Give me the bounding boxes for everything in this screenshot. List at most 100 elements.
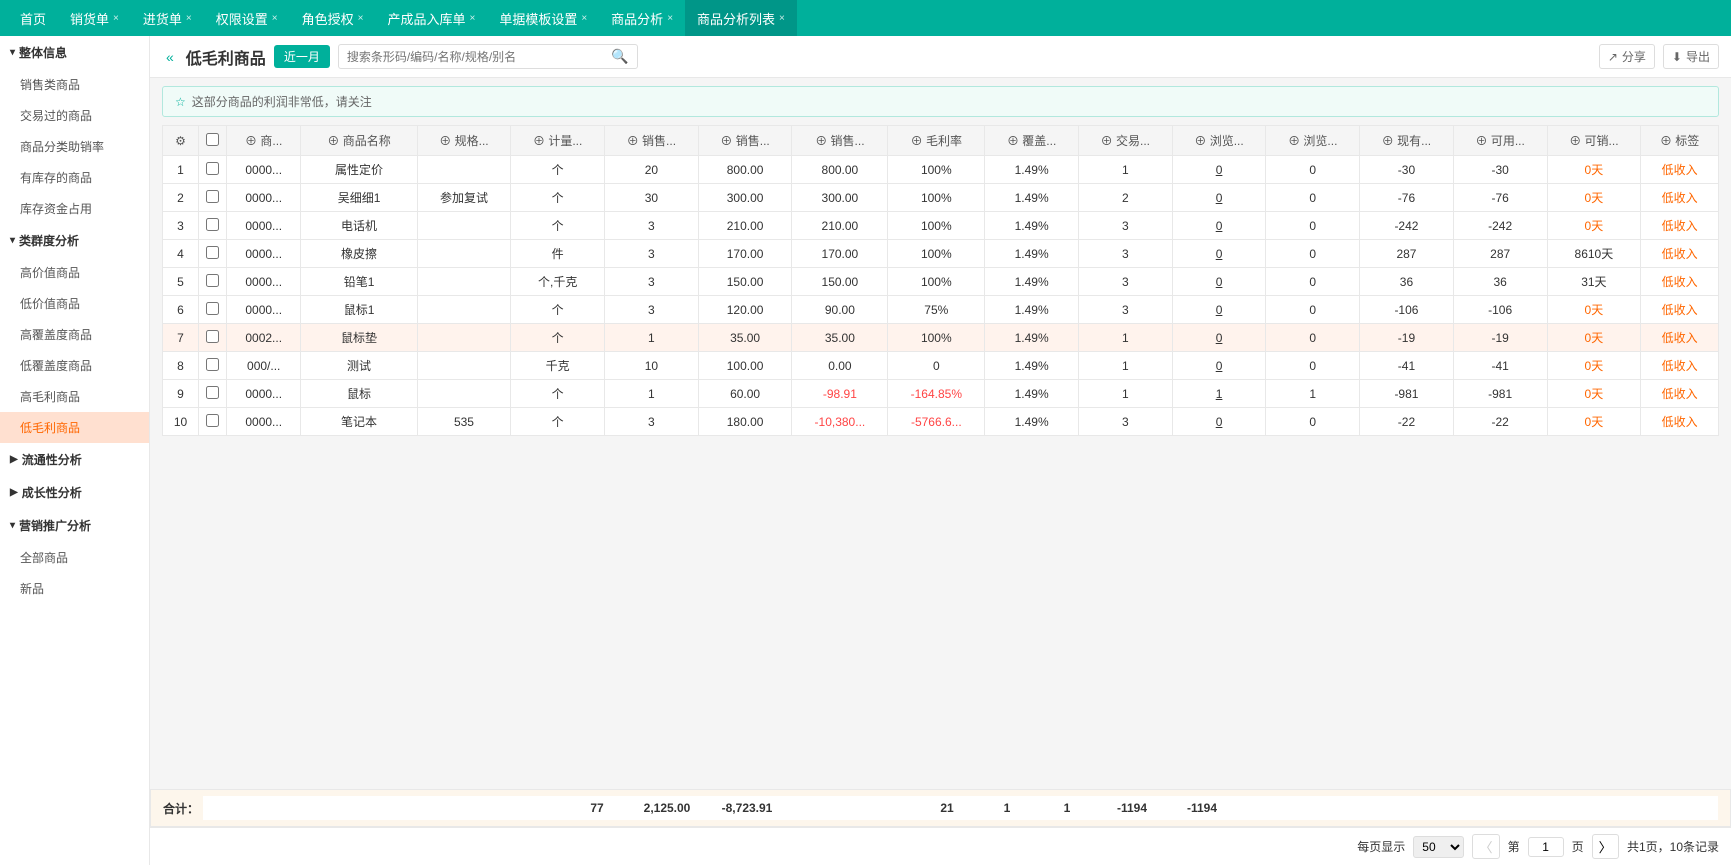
export-button[interactable]: ⬇ 导出 [1663, 44, 1719, 69]
sidebar-item-high-coverage[interactable]: 高覆盖度商品 [0, 319, 149, 350]
th-unit[interactable]: ⊕ 计量... [511, 126, 605, 156]
sidebar-item-sales-goods[interactable]: 销售类商品 [0, 69, 149, 100]
th-check[interactable] [199, 126, 227, 156]
close-icon[interactable]: × [469, 13, 475, 24]
th-settings[interactable]: ⚙ [163, 126, 199, 156]
view1-link[interactable]: 0 [1216, 275, 1223, 289]
row-checkbox[interactable] [206, 274, 219, 287]
th-tag[interactable]: ⊕ 标签 [1641, 126, 1719, 156]
sidebar-item-high-profit[interactable]: 高毛利商品 [0, 381, 149, 412]
search-icon[interactable]: 🔍 [611, 48, 628, 65]
sidebar-group-growth[interactable]: ▶ 成长性分析 [0, 476, 149, 509]
cell-view1[interactable]: 0 [1172, 268, 1266, 296]
nav-item-home[interactable]: 首页 [8, 0, 58, 36]
close-icon[interactable]: × [272, 13, 278, 24]
th-code[interactable]: ⊕ 商... [227, 126, 301, 156]
close-icon[interactable]: × [779, 13, 785, 24]
cell-check[interactable] [199, 324, 227, 352]
view1-link[interactable]: 0 [1216, 359, 1223, 373]
nav-item-product-entry[interactable]: 产成品入库单 × [375, 0, 487, 36]
cell-check[interactable] [199, 212, 227, 240]
th-spec[interactable]: ⊕ 规格... [417, 126, 511, 156]
nav-item-analysis[interactable]: 商品分析 × [599, 0, 685, 36]
view1-link[interactable]: 0 [1216, 191, 1223, 205]
view1-link[interactable]: 0 [1216, 303, 1223, 317]
share-button[interactable]: ↗ 分享 [1599, 44, 1655, 69]
nav-item-sales[interactable]: 销货单 × [58, 0, 131, 36]
row-checkbox[interactable] [206, 302, 219, 315]
page-input[interactable] [1528, 837, 1564, 857]
view1-link[interactable]: 0 [1216, 163, 1223, 177]
cell-check[interactable] [199, 184, 227, 212]
sidebar-item-stock-capital[interactable]: 库存资金占用 [0, 193, 149, 224]
th-coverage[interactable]: ⊕ 覆盖... [985, 126, 1079, 156]
close-icon[interactable]: × [358, 13, 364, 24]
nav-item-purchase[interactable]: 进货单 × [131, 0, 204, 36]
cell-view1[interactable]: 0 [1172, 296, 1266, 324]
cell-view1[interactable]: 0 [1172, 156, 1266, 184]
view1-link[interactable]: 0 [1216, 331, 1223, 345]
nav-item-template[interactable]: 单据模板设置 × [487, 0, 599, 36]
next-page-button[interactable]: 〉 [1592, 834, 1619, 859]
th-current[interactable]: ⊕ 现有... [1360, 126, 1454, 156]
cell-view1[interactable]: 0 [1172, 352, 1266, 380]
cell-check[interactable] [199, 156, 227, 184]
sidebar-item-category-rate[interactable]: 商品分类助销率 [0, 131, 149, 162]
sidebar-item-low-coverage[interactable]: 低覆盖度商品 [0, 350, 149, 381]
sidebar-item-stocked-goods[interactable]: 有库存的商品 [0, 162, 149, 193]
row-checkbox[interactable] [206, 414, 219, 427]
row-checkbox[interactable] [206, 162, 219, 175]
cell-check[interactable] [199, 380, 227, 408]
cell-view1[interactable]: 0 [1172, 408, 1266, 436]
close-icon[interactable]: × [581, 13, 587, 24]
view1-link[interactable]: 1 [1216, 387, 1223, 401]
view1-link[interactable]: 0 [1216, 415, 1223, 429]
view1-link[interactable]: 0 [1216, 247, 1223, 261]
per-page-select[interactable]: 50 20 100 [1413, 836, 1464, 858]
sidebar-group-flow[interactable]: ▶ 流通性分析 [0, 443, 149, 476]
cell-view1[interactable]: 1 [1172, 380, 1266, 408]
th-sales-qty[interactable]: ⊕ 销售... [605, 126, 699, 156]
nav-item-permissions[interactable]: 权限设置 × [204, 0, 290, 36]
view1-link[interactable]: 0 [1216, 219, 1223, 233]
th-name[interactable]: ⊕ 商品名称 [301, 126, 417, 156]
th-sellable[interactable]: ⊕ 可销... [1547, 126, 1641, 156]
row-checkbox[interactable] [206, 386, 219, 399]
sidebar-item-low-profit[interactable]: 低毛利商品 [0, 412, 149, 443]
sidebar-collapse-btn[interactable]: « [162, 45, 178, 69]
close-icon[interactable]: × [667, 13, 673, 24]
th-available[interactable]: ⊕ 可用... [1453, 126, 1547, 156]
cell-view1[interactable]: 0 [1172, 212, 1266, 240]
cell-view1[interactable]: 0 [1172, 240, 1266, 268]
cell-view1[interactable]: 0 [1172, 184, 1266, 212]
sidebar-group-cluster[interactable]: ▾ 类群度分析 [0, 224, 149, 257]
sidebar-item-all-goods[interactable]: 全部商品 [0, 542, 149, 573]
th-view1[interactable]: ⊕ 浏览... [1172, 126, 1266, 156]
sidebar-group-overview[interactable]: ▾ 整体信息 [0, 36, 149, 69]
cell-check[interactable] [199, 268, 227, 296]
cell-check[interactable] [199, 296, 227, 324]
th-sales-amount[interactable]: ⊕ 销售... [698, 126, 792, 156]
sidebar-item-high-value[interactable]: 高价值商品 [0, 257, 149, 288]
row-checkbox[interactable] [206, 246, 219, 259]
th-gross-margin[interactable]: ⊕ 毛利率 [888, 126, 985, 156]
nav-item-roles[interactable]: 角色授权 × [290, 0, 376, 36]
row-checkbox[interactable] [206, 330, 219, 343]
sidebar-item-new-goods[interactable]: 新品 [0, 573, 149, 604]
row-checkbox[interactable] [206, 218, 219, 231]
sidebar-group-marketing[interactable]: ▾ 营销推广分析 [0, 509, 149, 542]
prev-page-button[interactable]: 〈 [1472, 834, 1499, 859]
cell-check[interactable] [199, 352, 227, 380]
sidebar-item-traded-goods[interactable]: 交易过的商品 [0, 100, 149, 131]
row-checkbox[interactable] [206, 358, 219, 371]
select-all-checkbox[interactable] [206, 133, 219, 146]
cell-view1[interactable]: 0 [1172, 324, 1266, 352]
th-trade[interactable]: ⊕ 交易... [1079, 126, 1173, 156]
row-checkbox[interactable] [206, 190, 219, 203]
cell-check[interactable] [199, 408, 227, 436]
th-sales-profit[interactable]: ⊕ 销售... [792, 126, 888, 156]
nav-item-analysis-list[interactable]: 商品分析列表 × [685, 0, 797, 36]
search-input[interactable] [347, 50, 612, 64]
th-view2[interactable]: ⊕ 浏览... [1266, 126, 1360, 156]
close-icon[interactable]: × [186, 13, 192, 24]
